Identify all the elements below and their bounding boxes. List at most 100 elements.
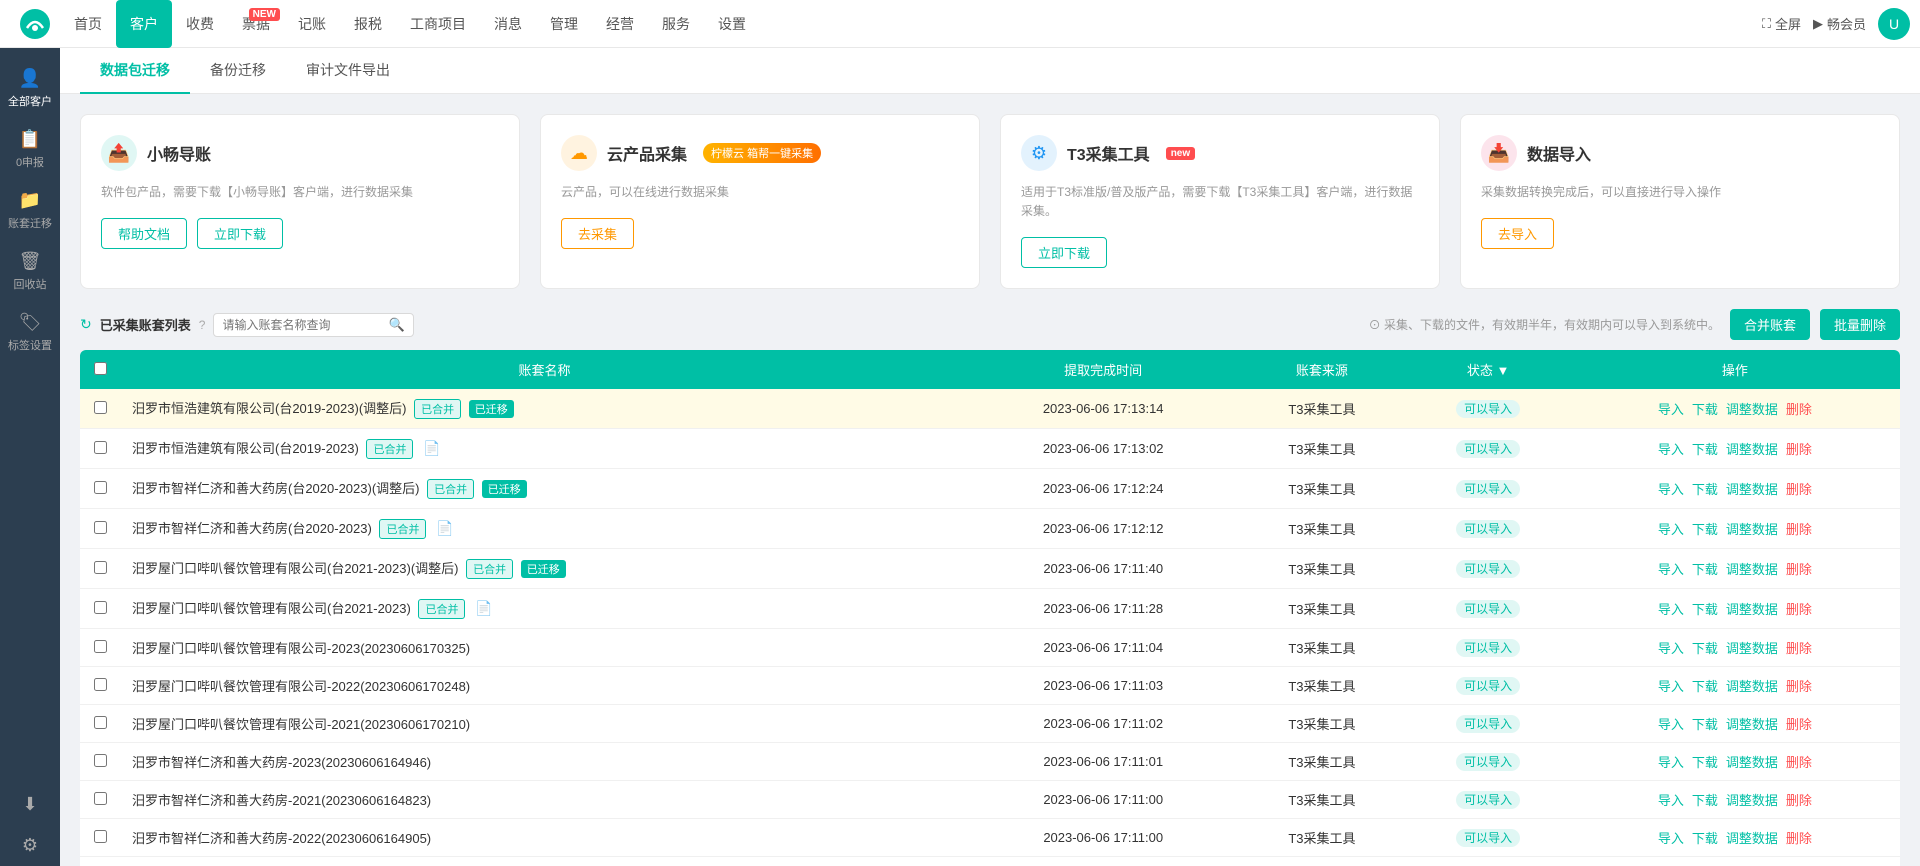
help-doc-button[interactable]: 帮助文档 xyxy=(101,218,187,249)
sidebar-item-all-customers[interactable]: 👤 全部客户 xyxy=(0,58,60,119)
nav-business[interactable]: 工商项目 xyxy=(396,0,480,48)
action-删除[interactable]: 删除 xyxy=(1786,439,1812,458)
row-checkbox-1[interactable] xyxy=(94,441,107,454)
action-导入[interactable]: 导入 xyxy=(1658,638,1684,657)
go-import-button[interactable]: 去导入 xyxy=(1481,218,1554,249)
action-下载[interactable]: 下载 xyxy=(1692,828,1718,847)
row-checkbox-0[interactable] xyxy=(94,401,107,414)
action-调整数据[interactable]: 调整数据 xyxy=(1726,714,1778,733)
row-checkbox-2[interactable] xyxy=(94,481,107,494)
action-删除[interactable]: 删除 xyxy=(1786,638,1812,657)
action-调整数据[interactable]: 调整数据 xyxy=(1726,828,1778,847)
action-下载[interactable]: 下载 xyxy=(1692,519,1718,538)
action-下载[interactable]: 下载 xyxy=(1692,479,1718,498)
action-导入[interactable]: 导入 xyxy=(1658,828,1684,847)
sidebar-item-account-migration[interactable]: 📁 账套迁移 xyxy=(0,180,60,241)
action-删除[interactable]: 删除 xyxy=(1786,559,1812,578)
fullscreen-button[interactable]: ⛶ 全屏 xyxy=(1762,14,1801,33)
action-下载[interactable]: 下载 xyxy=(1692,714,1718,733)
action-下载[interactable]: 下载 xyxy=(1692,638,1718,657)
action-导入[interactable]: 导入 xyxy=(1658,479,1684,498)
tab-audit-export[interactable]: 审计文件导出 xyxy=(286,48,410,94)
row-checkbox-11[interactable] xyxy=(94,830,107,843)
batch-delete-button[interactable]: 批量删除 xyxy=(1820,309,1900,340)
action-删除[interactable]: 删除 xyxy=(1786,828,1812,847)
refresh-icon[interactable]: ↻ xyxy=(80,316,92,333)
action-调整数据[interactable]: 调整数据 xyxy=(1726,559,1778,578)
action-调整数据[interactable]: 调整数据 xyxy=(1726,439,1778,458)
nav-settings[interactable]: 设置 xyxy=(704,0,760,48)
help-icon[interactable]: ? xyxy=(199,318,206,332)
row-checkbox-9[interactable] xyxy=(94,754,107,767)
sidebar-item-download[interactable]: ⬇ xyxy=(0,784,60,825)
action-导入[interactable]: 导入 xyxy=(1658,714,1684,733)
sidebar-item-user-settings[interactable]: ⚙ xyxy=(0,825,60,866)
action-删除[interactable]: 删除 xyxy=(1786,519,1812,538)
sidebar-item-zero-declaration[interactable]: 📋 0申报 xyxy=(0,119,60,180)
action-删除[interactable]: 删除 xyxy=(1786,479,1812,498)
action-删除[interactable]: 删除 xyxy=(1786,714,1812,733)
action-调整数据[interactable]: 调整数据 xyxy=(1726,676,1778,695)
cell-actions: 导入下载调整数据删除 xyxy=(1570,549,1900,589)
row-checkbox-10[interactable] xyxy=(94,792,107,805)
action-调整数据[interactable]: 调整数据 xyxy=(1726,479,1778,498)
action-删除[interactable]: 删除 xyxy=(1786,399,1812,418)
action-导入[interactable]: 导入 xyxy=(1658,790,1684,809)
action-导入[interactable]: 导入 xyxy=(1658,599,1684,618)
sidebar-item-recycle[interactable]: 🗑 回收站 xyxy=(0,241,60,302)
action-删除[interactable]: 删除 xyxy=(1786,752,1812,771)
user-avatar[interactable]: U xyxy=(1878,8,1910,40)
go-collect-button[interactable]: 去采集 xyxy=(561,218,634,249)
action-导入[interactable]: 导入 xyxy=(1658,752,1684,771)
action-导入[interactable]: 导入 xyxy=(1658,399,1684,418)
sidebar-item-label-settings[interactable]: 🏷 标签设置 xyxy=(0,302,60,363)
nav-customer[interactable]: 客户 xyxy=(116,0,172,48)
action-导入[interactable]: 导入 xyxy=(1658,439,1684,458)
row-checkbox-4[interactable] xyxy=(94,561,107,574)
action-调整数据[interactable]: 调整数据 xyxy=(1726,752,1778,771)
action-调整数据[interactable]: 调整数据 xyxy=(1726,399,1778,418)
check-all-checkbox[interactable] xyxy=(94,362,107,375)
action-下载[interactable]: 下载 xyxy=(1692,790,1718,809)
nav-home[interactable]: 首页 xyxy=(60,0,116,48)
action-调整数据[interactable]: 调整数据 xyxy=(1726,599,1778,618)
tab-data-package[interactable]: 数据包迁移 xyxy=(80,48,190,94)
action-调整数据[interactable]: 调整数据 xyxy=(1726,790,1778,809)
action-下载[interactable]: 下载 xyxy=(1692,599,1718,618)
action-删除[interactable]: 删除 xyxy=(1786,676,1812,695)
row-checkbox-5[interactable] xyxy=(94,601,107,614)
nav-bookkeeping[interactable]: 记账 xyxy=(284,0,340,48)
action-下载[interactable]: 下载 xyxy=(1692,676,1718,695)
header-status[interactable]: 状态 ▼ xyxy=(1406,350,1569,389)
merge-accounts-button[interactable]: 合并账套 xyxy=(1730,309,1810,340)
nav-bills[interactable]: 票据 NEW xyxy=(228,0,284,48)
action-下载[interactable]: 下载 xyxy=(1692,399,1718,418)
search-icon[interactable]: 🔍 xyxy=(388,317,404,333)
action-下载[interactable]: 下载 xyxy=(1692,559,1718,578)
action-导入[interactable]: 导入 xyxy=(1658,559,1684,578)
t3-download-button[interactable]: 立即下载 xyxy=(1021,237,1107,268)
action-导入[interactable]: 导入 xyxy=(1658,519,1684,538)
member-button[interactable]: ▶ 畅会员 xyxy=(1813,14,1866,33)
action-导入[interactable]: 导入 xyxy=(1658,676,1684,695)
nav-fees[interactable]: 收费 xyxy=(172,0,228,48)
nav-management[interactable]: 管理 xyxy=(536,0,592,48)
row-checkbox-6[interactable] xyxy=(94,640,107,653)
nav-operations[interactable]: 经营 xyxy=(592,0,648,48)
action-调整数据[interactable]: 调整数据 xyxy=(1726,519,1778,538)
row-checkbox-7[interactable] xyxy=(94,678,107,691)
action-删除[interactable]: 删除 xyxy=(1786,790,1812,809)
action-调整数据[interactable]: 调整数据 xyxy=(1726,638,1778,657)
action-删除[interactable]: 删除 xyxy=(1786,599,1812,618)
search-input[interactable] xyxy=(222,318,382,332)
action-下载[interactable]: 下载 xyxy=(1692,439,1718,458)
nav-services[interactable]: 服务 xyxy=(648,0,704,48)
row-checkbox-8[interactable] xyxy=(94,716,107,729)
download-now-button[interactable]: 立即下载 xyxy=(197,218,283,249)
nav-messages[interactable]: 消息 xyxy=(480,0,536,48)
yunpincai-promo[interactable]: 柠檬云 箱帮一键采集 xyxy=(703,143,821,163)
tab-backup-migration[interactable]: 备份迁移 xyxy=(190,48,286,94)
row-checkbox-3[interactable] xyxy=(94,521,107,534)
nav-tax[interactable]: 报税 xyxy=(340,0,396,48)
action-下载[interactable]: 下载 xyxy=(1692,752,1718,771)
